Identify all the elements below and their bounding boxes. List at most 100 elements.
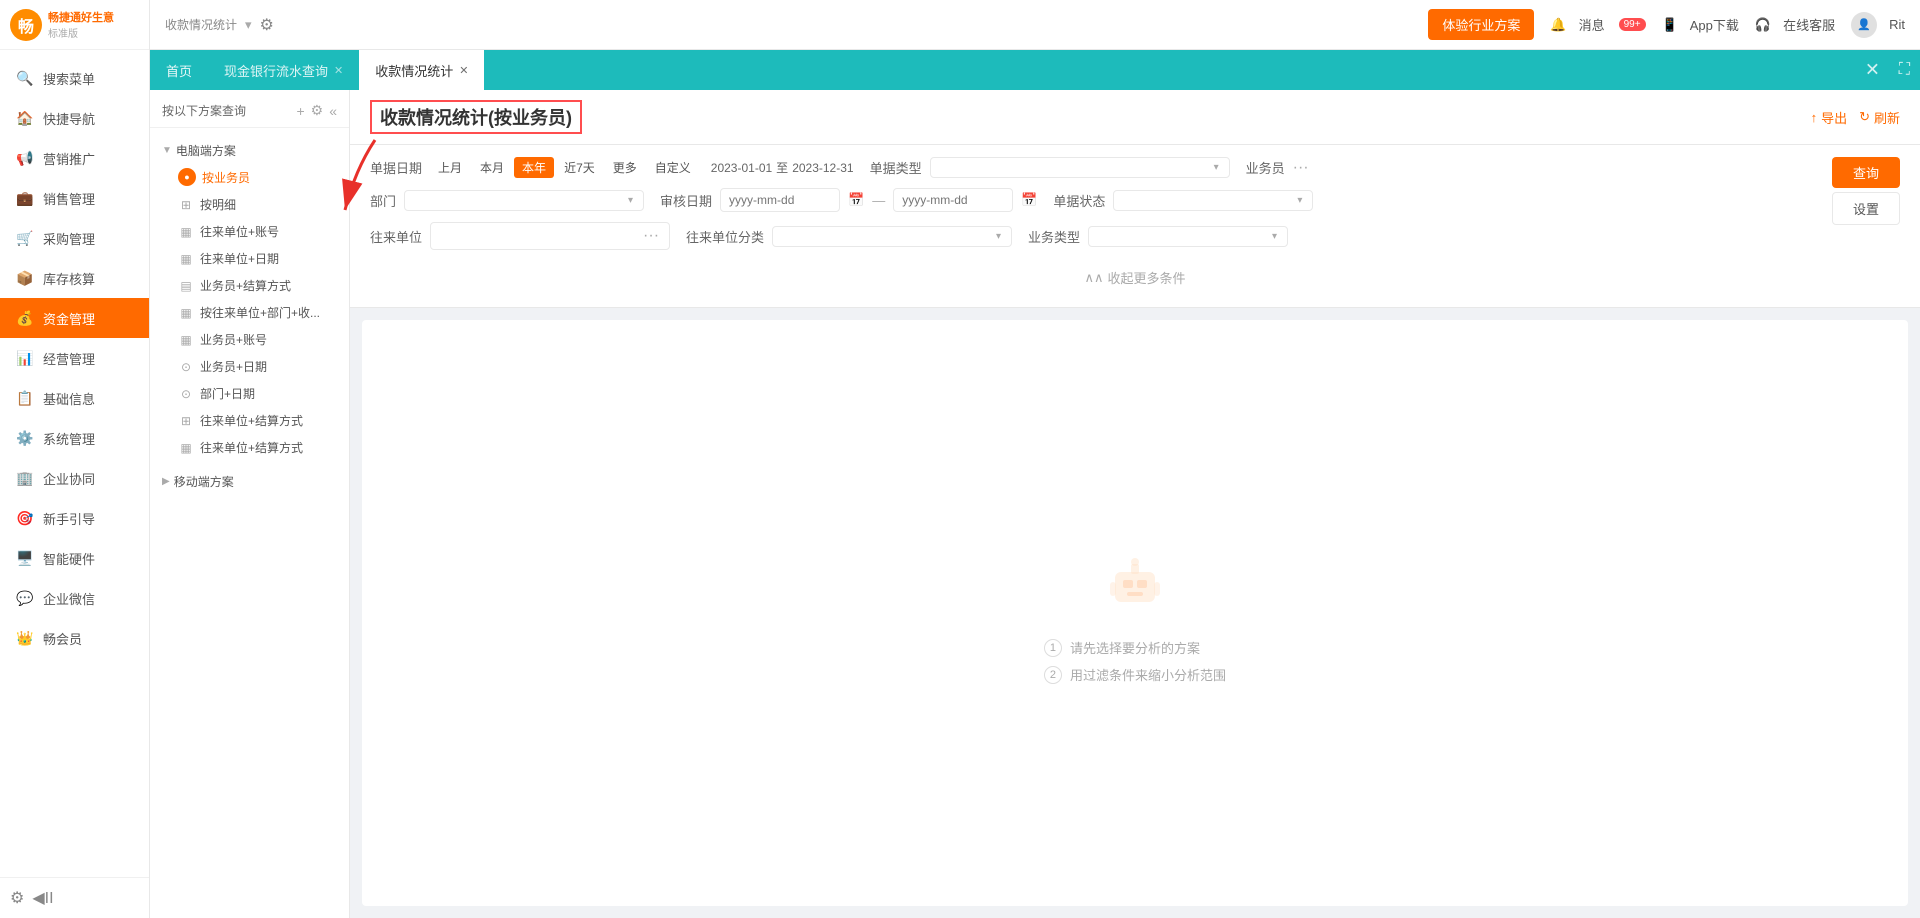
sidebar-item-wechat[interactable]: 💬 企业微信 — [0, 578, 149, 618]
empty-area: 1 请先选择要分析的方案 2 用过滤条件来缩小分析范围 — [362, 320, 1908, 906]
review-date-to-input[interactable] — [893, 188, 1013, 212]
biz-type-arrow: ▾ — [1272, 231, 1277, 242]
settings-btn[interactable]: 设置 — [1832, 192, 1900, 225]
partner-category-filter-item: 往来单位分类 ▾ — [686, 226, 1012, 247]
sidebar-item-nav[interactable]: 🏠 快捷导航 — [0, 98, 149, 138]
tree-item-partner-date[interactable]: ▦ 往来单位+日期 — [158, 245, 341, 272]
sales-icon: 💼 — [15, 188, 35, 208]
doc-type-select[interactable]: ▾ — [930, 157, 1230, 178]
footer-settings-icon[interactable]: ⚙ — [10, 888, 24, 908]
topbar-settings-icon[interactable]: ⚙ — [260, 15, 274, 35]
tree-group-desktop-text: 电脑端方案 — [176, 142, 236, 159]
biz-type-select[interactable]: ▾ — [1088, 226, 1288, 247]
refresh-btn[interactable]: ↻ 刷新 — [1859, 108, 1900, 127]
tabbar-close-icon[interactable]: ✕ — [1865, 60, 1880, 81]
date-tab-this-year[interactable]: 本年 — [514, 157, 554, 178]
sidebar-item-guide[interactable]: 🎯 新手引导 — [0, 498, 149, 538]
tree-item-dept-date[interactable]: ⊙ 部门+日期 — [158, 380, 341, 407]
notification-group[interactable]: 🔔 消息 99+ — [1550, 15, 1645, 34]
sidebar-item-hardware[interactable]: 🖥️ 智能硬件 — [0, 538, 149, 578]
tree-group-mobile-label[interactable]: ▶ 移动端方案 — [158, 469, 341, 494]
refresh-icon: ↻ — [1859, 109, 1870, 125]
tree-item-partner-settlement1[interactable]: ⊞ 往来单位+结算方式 — [158, 407, 341, 434]
gear-icon: ⚙️ — [15, 428, 35, 448]
date-tab-more[interactable]: 更多 — [605, 157, 645, 178]
tab-receipt[interactable]: 收款情况统计 ✕ — [359, 50, 484, 90]
tree-group-desktop-label[interactable]: ▼ 电脑端方案 — [158, 138, 341, 163]
sidebar-item-sales[interactable]: 💼 销售管理 — [0, 178, 149, 218]
salesperson-dots[interactable]: ··· — [1293, 159, 1309, 177]
sidebar-item-search[interactable]: 🔍 搜索菜单 — [0, 58, 149, 98]
headset-icon: 🎧 — [1755, 17, 1771, 33]
footer-collapse-icon[interactable]: ◀II — [32, 888, 53, 908]
tree-item-by-salesperson[interactable]: ● 按业务员 — [158, 163, 341, 191]
salesperson-label: 业务员 — [1246, 158, 1285, 177]
dept-select[interactable]: ▾ — [404, 190, 644, 211]
sidebar-item-marketing[interactable]: 📢 营销推广 — [0, 138, 149, 178]
cart-icon: 🛒 — [15, 228, 35, 248]
date-tab-this-month[interactable]: 本月 — [472, 157, 512, 178]
finance-icon: 💰 — [15, 308, 35, 328]
tree-item-partner-settlement2[interactable]: ▦ 往来单位+结算方式 — [158, 434, 341, 461]
tab-home[interactable]: 首页 — [150, 50, 208, 90]
tab-receipt-close-icon[interactable]: ✕ — [459, 64, 468, 77]
tab-bank-close-icon[interactable]: ✕ — [334, 64, 343, 77]
sidebar-item-member[interactable]: 👑 畅会员 — [0, 618, 149, 658]
tree-item-partner-account[interactable]: ▦ 往来单位+账号 — [158, 218, 341, 245]
trial-btn[interactable]: 体验行业方案 — [1428, 9, 1534, 40]
topbar-breadcrumb: 收款情况统计 — [165, 16, 237, 33]
building-icon: 🏢 — [15, 468, 35, 488]
filter-area: 单据日期 上月 本月 本年 近7天 更多 自定义 — [350, 145, 1920, 308]
sidebar-item-basic[interactable]: 📋 基础信息 — [0, 378, 149, 418]
tree-item-salesperson-account[interactable]: ▦ 业务员+账号 — [158, 326, 341, 353]
page-header-actions: ↑ 导出 ↻ 刷新 — [1811, 108, 1900, 127]
tabbar-expand-icon[interactable]: ⛶ — [1899, 61, 1910, 79]
review-date-from-input[interactable] — [720, 188, 840, 212]
dept-label: 部门 — [370, 191, 396, 210]
left-panel-title: 按以下方案查询 — [162, 102, 246, 119]
tab-bank[interactable]: 现金银行流水查询 ✕ — [208, 50, 359, 90]
tree-item-dept-date-label: 部门+日期 — [200, 385, 255, 402]
collapse-panel-icon[interactable]: « — [329, 103, 337, 119]
calendar-icon-2[interactable]: 📅 — [1021, 192, 1037, 208]
date-tab-custom[interactable]: 自定义 — [647, 157, 699, 178]
tree-item-partner-dept-receipt[interactable]: ▦ 按往来单位+部门+收... — [158, 299, 341, 326]
online-service-group[interactable]: 🎧 在线客服 — [1755, 15, 1835, 34]
sidebar-item-operation[interactable]: 📊 经营管理 — [0, 338, 149, 378]
topbar-dropdown-icon[interactable]: ▾ — [245, 17, 252, 33]
main-area: 收款情况统计 ▾ ⚙ 体验行业方案 🔔 消息 99+ 📱 App下载 🎧 在线客… — [150, 0, 1920, 918]
sidebar-item-purchase[interactable]: 🛒 采购管理 — [0, 218, 149, 258]
tree-section: ▼ 电脑端方案 ● 按业务员 ⊞ 按明细 ▦ 往来单位+账号 — [150, 128, 349, 504]
tree-item-by-detail[interactable]: ⊞ 按明细 — [158, 191, 341, 218]
calendar-icon-1[interactable]: 📅 — [848, 192, 864, 208]
sidebar: 畅 畅捷通好生意 标准版 🔍 搜索菜单 🏠 快捷导航 📢 营销推广 💼 销售管理… — [0, 0, 150, 918]
sidebar-item-system[interactable]: ⚙️ 系统管理 — [0, 418, 149, 458]
empty-tip-2: 2 用过滤条件来缩小分析范围 — [1044, 665, 1226, 684]
partner-select[interactable]: ··· — [430, 222, 670, 250]
tree-item-salesperson-settlement[interactable]: ▤ 业务员+结算方式 — [158, 272, 341, 299]
date-tab-7days[interactable]: 近7天 — [556, 157, 603, 178]
monitor-icon: 🖥️ — [15, 548, 35, 568]
scheme-settings-icon[interactable]: ⚙ — [311, 102, 324, 119]
partner-category-select[interactable]: ▾ — [772, 226, 1012, 247]
tree-item-salesperson-date[interactable]: ⊙ 业务员+日期 — [158, 353, 341, 380]
sidebar-item-enterprise[interactable]: 🏢 企业协同 — [0, 458, 149, 498]
tip-num-1: 1 — [1044, 639, 1062, 657]
sidebar-item-inventory[interactable]: 📦 库存核算 — [0, 258, 149, 298]
query-btn[interactable]: 查询 — [1832, 157, 1900, 188]
date-dash: — — [872, 193, 885, 208]
export-btn[interactable]: ↑ 导出 — [1811, 108, 1848, 127]
user-group[interactable]: 👤 Rit — [1851, 12, 1905, 38]
partner-dots[interactable]: ··· — [643, 227, 659, 245]
sidebar-item-finance[interactable]: 💰 资金管理 — [0, 298, 149, 338]
topbar: 收款情况统计 ▾ ⚙ 体验行业方案 🔔 消息 99+ 📱 App下载 🎧 在线客… — [150, 0, 1920, 50]
date-filter-item: 单据日期 上月 本月 本年 近7天 更多 自定义 — [370, 157, 854, 178]
date-tab-last-month[interactable]: 上月 — [430, 157, 470, 178]
left-panel: 按以下方案查询 + ⚙ « ▼ 电脑端方案 ● 按业务员 — [150, 90, 350, 918]
collapse-bar[interactable]: ∧∧ 收起更多条件 — [370, 260, 1900, 295]
collapse-label: 收起更多条件 — [1108, 268, 1186, 287]
doc-status-select[interactable]: ▾ — [1113, 190, 1313, 211]
add-scheme-icon[interactable]: + — [296, 103, 304, 119]
tree-item-salesperson-settlement-label: 业务员+结算方式 — [200, 277, 291, 294]
app-download-group[interactable]: 📱 App下载 — [1662, 15, 1739, 34]
